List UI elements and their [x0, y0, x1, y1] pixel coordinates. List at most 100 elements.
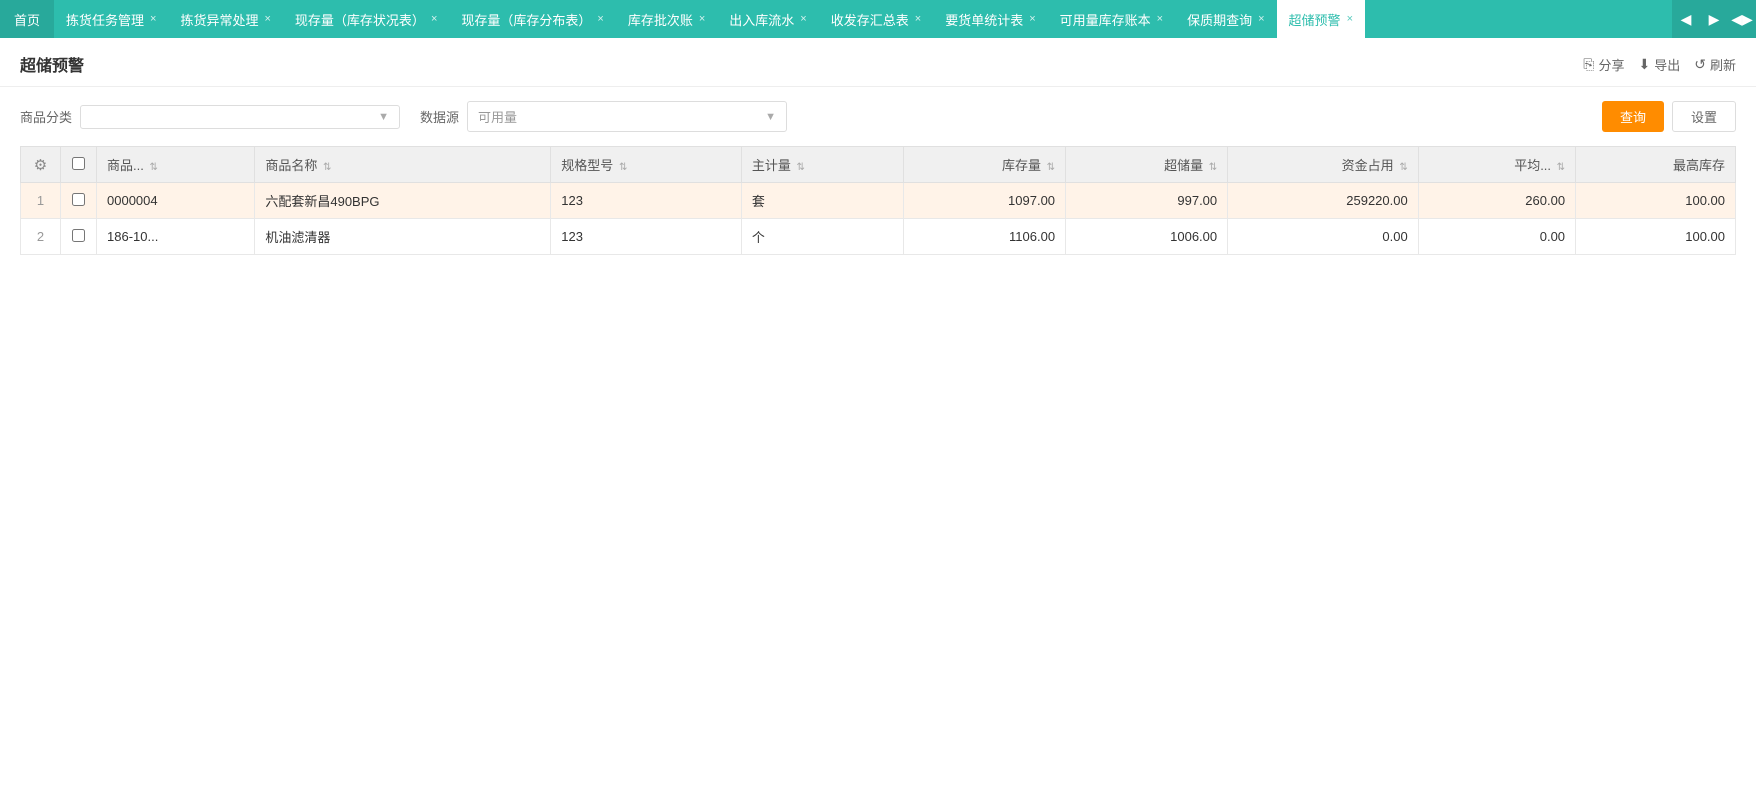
nav-next-button[interactable]: ▶ [1700, 0, 1728, 38]
tab-label-0: 拣货任务管理 [66, 10, 144, 29]
tab-close-0[interactable]: × [150, 13, 156, 25]
data-table: ⚙ 商品... ⇅ 商品名称 ⇅ 规格型号 ⇅ [20, 146, 1736, 255]
gear-icon[interactable]: ⚙ [34, 157, 47, 174]
data-source-value: 可用量 [478, 107, 517, 126]
export-label: 导出 [1654, 55, 1680, 74]
tab-close-9[interactable]: × [1258, 13, 1264, 25]
share-action[interactable]: ⎘ 分享 [1583, 55, 1624, 74]
cell-checkbox-0 [61, 183, 97, 219]
nav-arrows: ◀ ▶ ◀▶ [1672, 0, 1756, 38]
cell-product-name-1: 机油滤清器 [255, 219, 551, 255]
th-checkbox [61, 147, 97, 183]
tab-close-10[interactable]: × [1347, 13, 1353, 25]
th-product-name-label: 商品名称 [265, 158, 317, 173]
cell-spec-1: 123 [551, 219, 742, 255]
th-product-code-label: 商品... [107, 158, 144, 173]
cell-capital-1: 0.00 [1228, 219, 1419, 255]
data-source-select[interactable]: 可用量 ▼ [467, 101, 787, 132]
cell-seq-0: 1 [21, 183, 61, 219]
tab-label-7: 要货单统计表 [945, 10, 1023, 29]
filter-bar: 商品分类 ▼ 数据源 可用量 ▼ 查询 设置 [0, 87, 1756, 146]
th-product-code[interactable]: 商品... ⇅ [97, 147, 255, 183]
sort-icon-avg: ⇅ [1557, 162, 1565, 173]
tab-label-1: 拣货异常处理 [180, 10, 258, 29]
tab-close-7[interactable]: × [1029, 13, 1035, 25]
row-checkbox-1[interactable] [72, 229, 85, 242]
tab-close-2[interactable]: × [431, 13, 437, 25]
share-label: 分享 [1598, 55, 1624, 74]
nav-tab-0[interactable]: 拣货任务管理 × [54, 0, 168, 38]
home-label: 首页 [14, 10, 40, 29]
tab-label-8: 可用量库存账本 [1060, 10, 1151, 29]
cell-product-code-1: 186-10... [97, 219, 255, 255]
th-unit[interactable]: 主计量 ⇅ [741, 147, 903, 183]
data-source-arrow-icon: ▼ [765, 111, 776, 123]
settings-button[interactable]: 设置 [1672, 101, 1736, 132]
sort-icon-over-stock: ⇅ [1209, 162, 1217, 173]
tab-label-4: 库存批次账 [628, 10, 693, 29]
nav-tab-4[interactable]: 库存批次账 × [616, 0, 717, 38]
nav-tab-6[interactable]: 收发存汇总表 × [819, 0, 933, 38]
sort-icon-product-code: ⇅ [149, 162, 157, 173]
nav-tab-9[interactable]: 保质期查询 × [1175, 0, 1276, 38]
top-nav: 首页 拣货任务管理 × 拣货异常处理 × 现存量（库存状况表） × 现存量（库存… [0, 0, 1756, 38]
select-all-checkbox[interactable] [72, 157, 85, 170]
nav-tab-10[interactable]: 超储预警 × [1277, 0, 1365, 38]
cell-max-stock-0: 100.00 [1576, 183, 1736, 219]
tab-close-1[interactable]: × [264, 13, 270, 25]
nav-home[interactable]: 首页 [0, 0, 54, 38]
th-capital-label: 资金占用 [1342, 158, 1394, 173]
tab-close-6[interactable]: × [915, 13, 921, 25]
tab-close-8[interactable]: × [1157, 13, 1163, 25]
export-action[interactable]: ⬇ 导出 [1639, 55, 1681, 74]
th-stock[interactable]: 库存量 ⇅ [903, 147, 1065, 183]
th-over-stock[interactable]: 超储量 ⇅ [1066, 147, 1228, 183]
refresh-action[interactable]: ↺ 刷新 [1694, 55, 1736, 74]
cell-avg-0: 260.00 [1418, 183, 1575, 219]
nav-tab-5[interactable]: 出入库流水 × [717, 0, 818, 38]
nav-tab-8[interactable]: 可用量库存账本 × [1048, 0, 1175, 38]
row-checkbox-0[interactable] [72, 193, 85, 206]
nav-tab-3[interactable]: 现存量（库存分布表） × [449, 0, 615, 38]
th-max-stock[interactable]: 最高库存 [1576, 147, 1736, 183]
th-over-stock-label: 超储量 [1164, 158, 1203, 173]
cell-stock-1: 1106.00 [903, 219, 1065, 255]
cell-avg-1: 0.00 [1418, 219, 1575, 255]
query-button[interactable]: 查询 [1602, 101, 1664, 132]
sort-icon-product-name: ⇅ [323, 162, 331, 173]
tab-label-6: 收发存汇总表 [831, 10, 909, 29]
nav-tab-2[interactable]: 现存量（库存状况表） × [283, 0, 449, 38]
share-icon: ⎘ [1583, 56, 1594, 73]
th-seq: ⚙ [21, 147, 61, 183]
tab-label-10: 超储预警 [1289, 10, 1341, 29]
tab-close-3[interactable]: × [597, 13, 603, 25]
nav-tab-1[interactable]: 拣货异常处理 × [168, 0, 282, 38]
filter-actions: 查询 设置 [1602, 101, 1736, 132]
refresh-label: 刷新 [1710, 55, 1736, 74]
table-row: 2 186-10... 机油滤清器 123 个 1106.00 1006.00 … [21, 219, 1736, 255]
header-actions: ⎘ 分享 ⬇ 导出 ↺ 刷新 [1583, 55, 1736, 74]
sort-icon-capital: ⇅ [1399, 162, 1407, 173]
nav-expand-button[interactable]: ◀▶ [1728, 0, 1756, 38]
nav-prev-button[interactable]: ◀ [1672, 0, 1700, 38]
cell-product-name-0: 六配套新昌490BPG [255, 183, 551, 219]
cell-unit-0: 套 [741, 183, 903, 219]
th-spec[interactable]: 规格型号 ⇅ [551, 147, 742, 183]
tab-label-3: 现存量（库存分布表） [461, 10, 591, 29]
tab-label-5: 出入库流水 [729, 10, 794, 29]
nav-tab-7[interactable]: 要货单统计表 × [933, 0, 1047, 38]
product-category-select[interactable]: ▼ [80, 105, 400, 129]
sort-icon-spec: ⇅ [619, 162, 627, 173]
product-category-label: 商品分类 [20, 107, 72, 126]
page-title: 超储预警 [20, 52, 84, 76]
cell-spec-0: 123 [551, 183, 742, 219]
th-avg[interactable]: 平均... ⇅ [1418, 147, 1575, 183]
page-header: 超储预警 ⎘ 分享 ⬇ 导出 ↺ 刷新 [0, 38, 1756, 87]
th-product-name[interactable]: 商品名称 ⇅ [255, 147, 551, 183]
tab-close-4[interactable]: × [699, 13, 705, 25]
cell-seq-1: 2 [21, 219, 61, 255]
cell-unit-1: 个 [741, 219, 903, 255]
table-header-row: ⚙ 商品... ⇅ 商品名称 ⇅ 规格型号 ⇅ [21, 147, 1736, 183]
th-capital[interactable]: 资金占用 ⇅ [1228, 147, 1419, 183]
tab-close-5[interactable]: × [800, 13, 806, 25]
